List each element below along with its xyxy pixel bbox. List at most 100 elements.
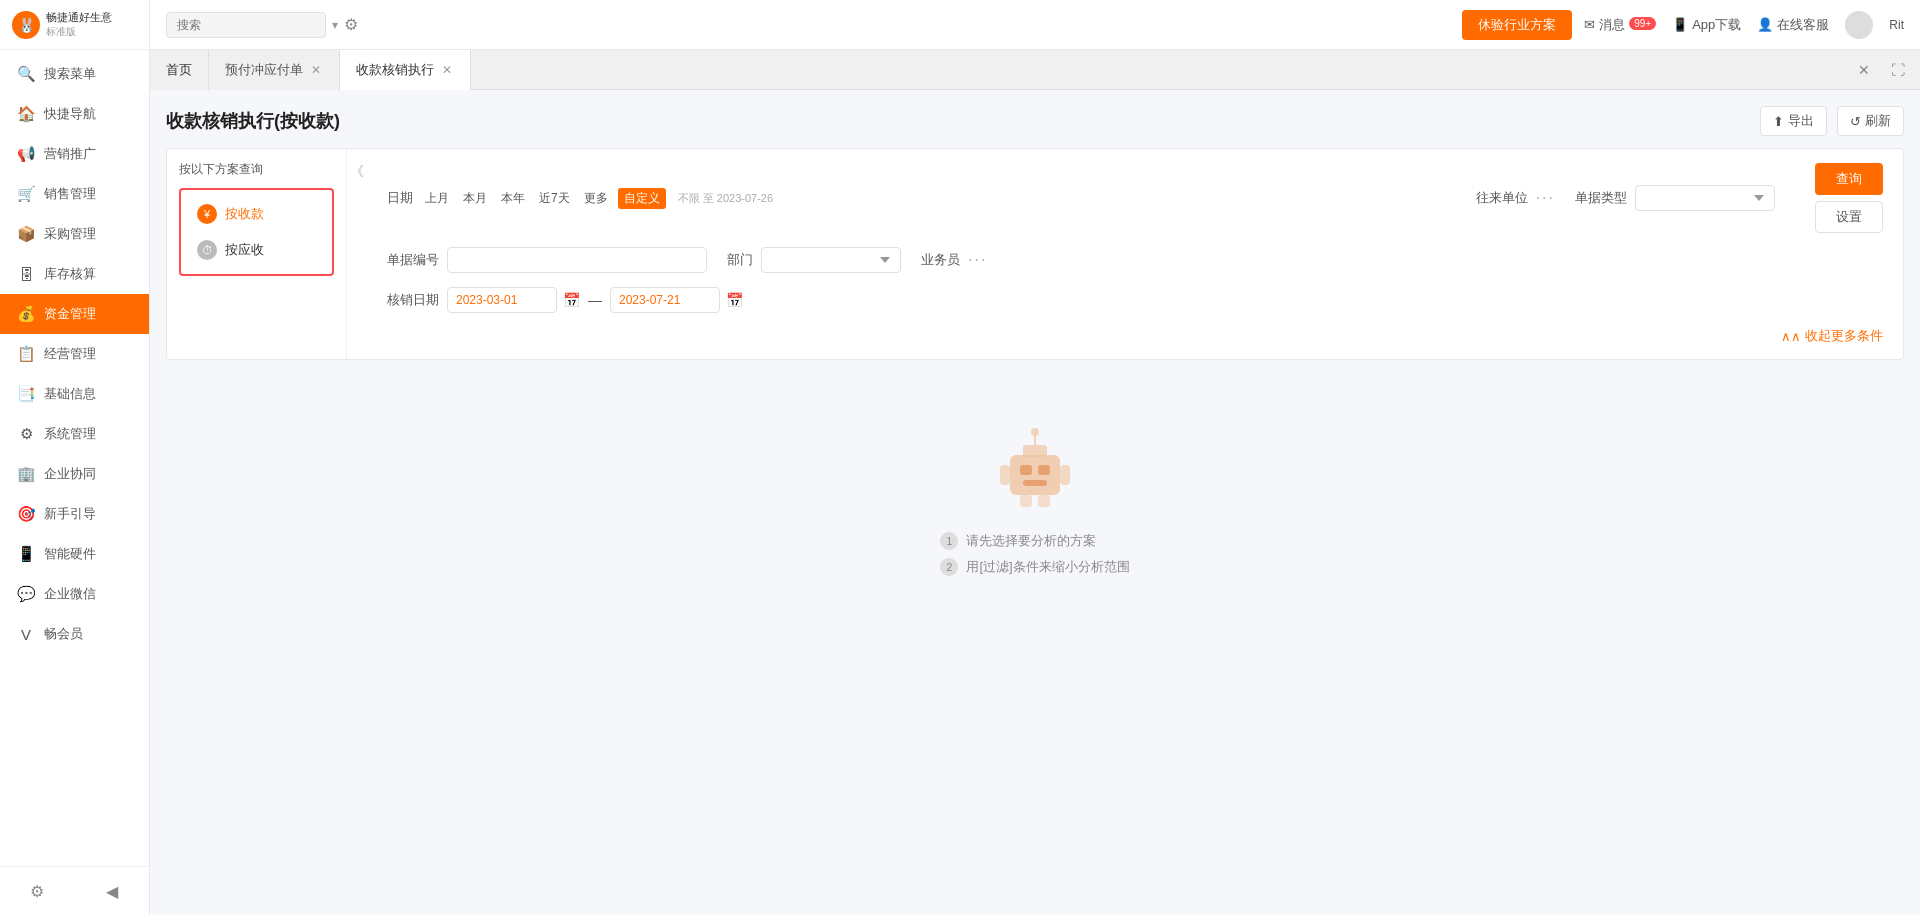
filter-sidebar: 按以下方案查询 ¥ 按收款 ⏱ 按应收 — [167, 149, 347, 359]
date-7days[interactable]: 近7天 — [535, 188, 574, 209]
sidebar-item-operation[interactable]: 📋 经营管理 — [0, 334, 149, 374]
svg-rect-7 — [1000, 465, 1010, 485]
doc-no-label: 单据编号 — [387, 251, 439, 269]
employee-field: 业务员 ··· — [921, 251, 987, 269]
app-download-button[interactable]: 📱 App下载 — [1672, 16, 1741, 34]
date-range-dash: — — [588, 292, 602, 308]
nav-icon-sales: 🛒 — [16, 184, 36, 204]
fullscreen-icon[interactable]: ⛶ — [1884, 56, 1912, 84]
nav-icon-inventory: 🗄 — [16, 264, 36, 284]
settings-icon[interactable]: ⚙ — [21, 875, 53, 907]
filter-form: 日期 上月 本月 本年 近7天 更多 自定义 不限 至 2023-07-26 往… — [367, 149, 1903, 359]
nav-icon-marketing: 📢 — [16, 144, 36, 164]
sidebar-item-basic[interactable]: 📑 基础信息 — [0, 374, 149, 414]
writeoff-date-end-input[interactable] — [610, 287, 720, 313]
nav-label-wechat: 企业微信 — [44, 585, 96, 603]
sidebar-item-hardware[interactable]: 📱 智能硬件 — [0, 534, 149, 574]
sidebar-item-wechat[interactable]: 💬 企业微信 — [0, 574, 149, 614]
page-header-actions: ⬆ 导出 ↺ 刷新 — [1760, 106, 1904, 136]
svg-rect-4 — [1023, 445, 1047, 457]
filter-option-by-receivable[interactable]: ⏱ 按应收 — [187, 232, 326, 268]
page-content: 收款核销执行(按收款) ⬆ 导出 ↺ 刷新 按以下方案查询 ¥ — [150, 90, 1920, 915]
receivable-icon: ⏱ — [197, 240, 217, 260]
tab-prepay[interactable]: 预付冲应付单 ✕ — [209, 50, 340, 90]
settings-button[interactable]: 设置 — [1815, 201, 1883, 233]
nav-label-capital: 资金管理 — [44, 305, 96, 323]
svg-rect-2 — [1038, 465, 1050, 475]
sidebar-item-inventory[interactable]: 🗄 库存核算 — [0, 254, 149, 294]
tip-number-1: 1 — [940, 532, 958, 550]
counterpart-more-icon[interactable]: ··· — [1536, 189, 1555, 207]
filter-row-1: 日期 上月 本月 本年 近7天 更多 自定义 不限 至 2023-07-26 往… — [387, 163, 1883, 233]
date-this-month[interactable]: 本月 — [459, 188, 491, 209]
message-icon: ✉ — [1584, 17, 1595, 32]
tab-writeoff[interactable]: 收款核销执行 ✕ — [340, 50, 471, 90]
sidebar-item-sales[interactable]: 🛒 销售管理 — [0, 174, 149, 214]
chevron-up-icon: ∧∧ — [1781, 329, 1801, 344]
sidebar-item-member[interactable]: V 畅会员 — [0, 614, 149, 654]
nav-icon-basic: 📑 — [16, 384, 36, 404]
svg-rect-3 — [1023, 480, 1047, 486]
nav-icon-quick: 🏠 — [16, 104, 36, 124]
sidebar-item-enterprise[interactable]: 🏢 企业协同 — [0, 454, 149, 494]
export-button[interactable]: ⬆ 导出 — [1760, 106, 1827, 136]
chevron-left-icon: 《 — [350, 163, 364, 181]
dropdown-arrow-icon[interactable]: ▾ — [332, 18, 338, 32]
writeoff-date-end-group: 📅 — [610, 287, 743, 313]
tab-home[interactable]: 首页 — [150, 50, 209, 90]
query-button[interactable]: 查询 — [1815, 163, 1883, 195]
sidebar-item-search[interactable]: 🔍 搜索菜单 — [0, 54, 149, 94]
tab-writeoff-close-icon[interactable]: ✕ — [440, 62, 454, 78]
topbar: ▾ ⚙ 休验行业方案 ✉ 消息 99+ 📱 App下载 👤 在线客服 Rit — [150, 0, 1920, 50]
department-select[interactable] — [761, 247, 901, 273]
refresh-button[interactable]: ↺ 刷新 — [1837, 106, 1904, 136]
nav-icon-wechat: 💬 — [16, 584, 36, 604]
sidebar-nav: 🔍 搜索菜单 🏠 快捷导航 📢 营销推广 🛒 销售管理 📦 采购管理 🗄 库存核… — [0, 50, 149, 866]
nav-label-marketing: 营销推广 — [44, 145, 96, 163]
doc-type-select[interactable] — [1635, 185, 1775, 211]
filter-sidebar-title: 按以下方案查询 — [179, 161, 334, 178]
topbar-right: ✉ 消息 99+ 📱 App下载 👤 在线客服 Rit — [1584, 11, 1904, 39]
filter-option-by-receipt[interactable]: ¥ 按收款 — [187, 196, 326, 232]
nav-label-enterprise: 企业协同 — [44, 465, 96, 483]
sidebar: 🐰 畅捷通好生意 标准版 🔍 搜索菜单 🏠 快捷导航 📢 营销推广 🛒 销售管理… — [0, 0, 150, 915]
sidebar-item-quick[interactable]: 🏠 快捷导航 — [0, 94, 149, 134]
sidebar-item-purchase[interactable]: 📦 采购管理 — [0, 214, 149, 254]
counterpart-label: 往来单位 — [1476, 189, 1528, 207]
online-service-button[interactable]: 👤 在线客服 — [1757, 16, 1829, 34]
settings-gear-icon[interactable]: ⚙ — [344, 15, 358, 34]
svg-rect-0 — [1010, 455, 1060, 495]
sidebar-item-guide[interactable]: 🎯 新手引导 — [0, 494, 149, 534]
tab-prepay-close-icon[interactable]: ✕ — [309, 62, 323, 78]
sidebar-item-system[interactable]: ⚙ 系统管理 — [0, 414, 149, 454]
doc-no-input[interactable] — [447, 247, 707, 273]
calendar-end-icon[interactable]: 📅 — [726, 292, 743, 308]
messages-button[interactable]: ✉ 消息 99+ — [1584, 16, 1656, 34]
date-custom[interactable]: 自定义 — [618, 188, 666, 209]
collapse-sidebar-icon[interactable]: ◀ — [96, 875, 128, 907]
nav-icon-hardware: 📱 — [16, 544, 36, 564]
filter-area: 按以下方案查询 ¥ 按收款 ⏱ 按应收 《 — [166, 148, 1904, 360]
nav-label-sales: 销售管理 — [44, 185, 96, 203]
nav-icon-guide: 🎯 — [16, 504, 36, 524]
sidebar-item-marketing[interactable]: 📢 营销推广 — [0, 134, 149, 174]
industry-solution-button[interactable]: 休验行业方案 — [1462, 10, 1572, 40]
employee-more-icon[interactable]: ··· — [968, 251, 987, 269]
writeoff-date-start-input[interactable] — [447, 287, 557, 313]
date-this-year[interactable]: 本年 — [497, 188, 529, 209]
service-icon: 👤 — [1757, 17, 1773, 32]
search-input[interactable] — [166, 12, 326, 38]
filter-collapse-sidebar-btn[interactable]: 《 — [347, 149, 367, 195]
calendar-start-icon[interactable]: 📅 — [563, 292, 580, 308]
nav-icon-capital: 💰 — [16, 304, 36, 324]
nav-label-search: 搜索菜单 — [44, 65, 96, 83]
tabbar-actions: ✕ ⛶ — [1850, 56, 1920, 84]
messages-badge: 99+ — [1629, 17, 1656, 30]
collapse-more-button[interactable]: ∧∧ 收起更多条件 — [1781, 327, 1883, 345]
date-last-month[interactable]: 上月 — [421, 188, 453, 209]
avatar — [1845, 11, 1873, 39]
close-tab-icon[interactable]: ✕ — [1850, 56, 1878, 84]
svg-point-6 — [1031, 428, 1039, 436]
sidebar-item-capital[interactable]: 💰 资金管理 — [0, 294, 149, 334]
date-more[interactable]: 更多 — [580, 188, 612, 209]
